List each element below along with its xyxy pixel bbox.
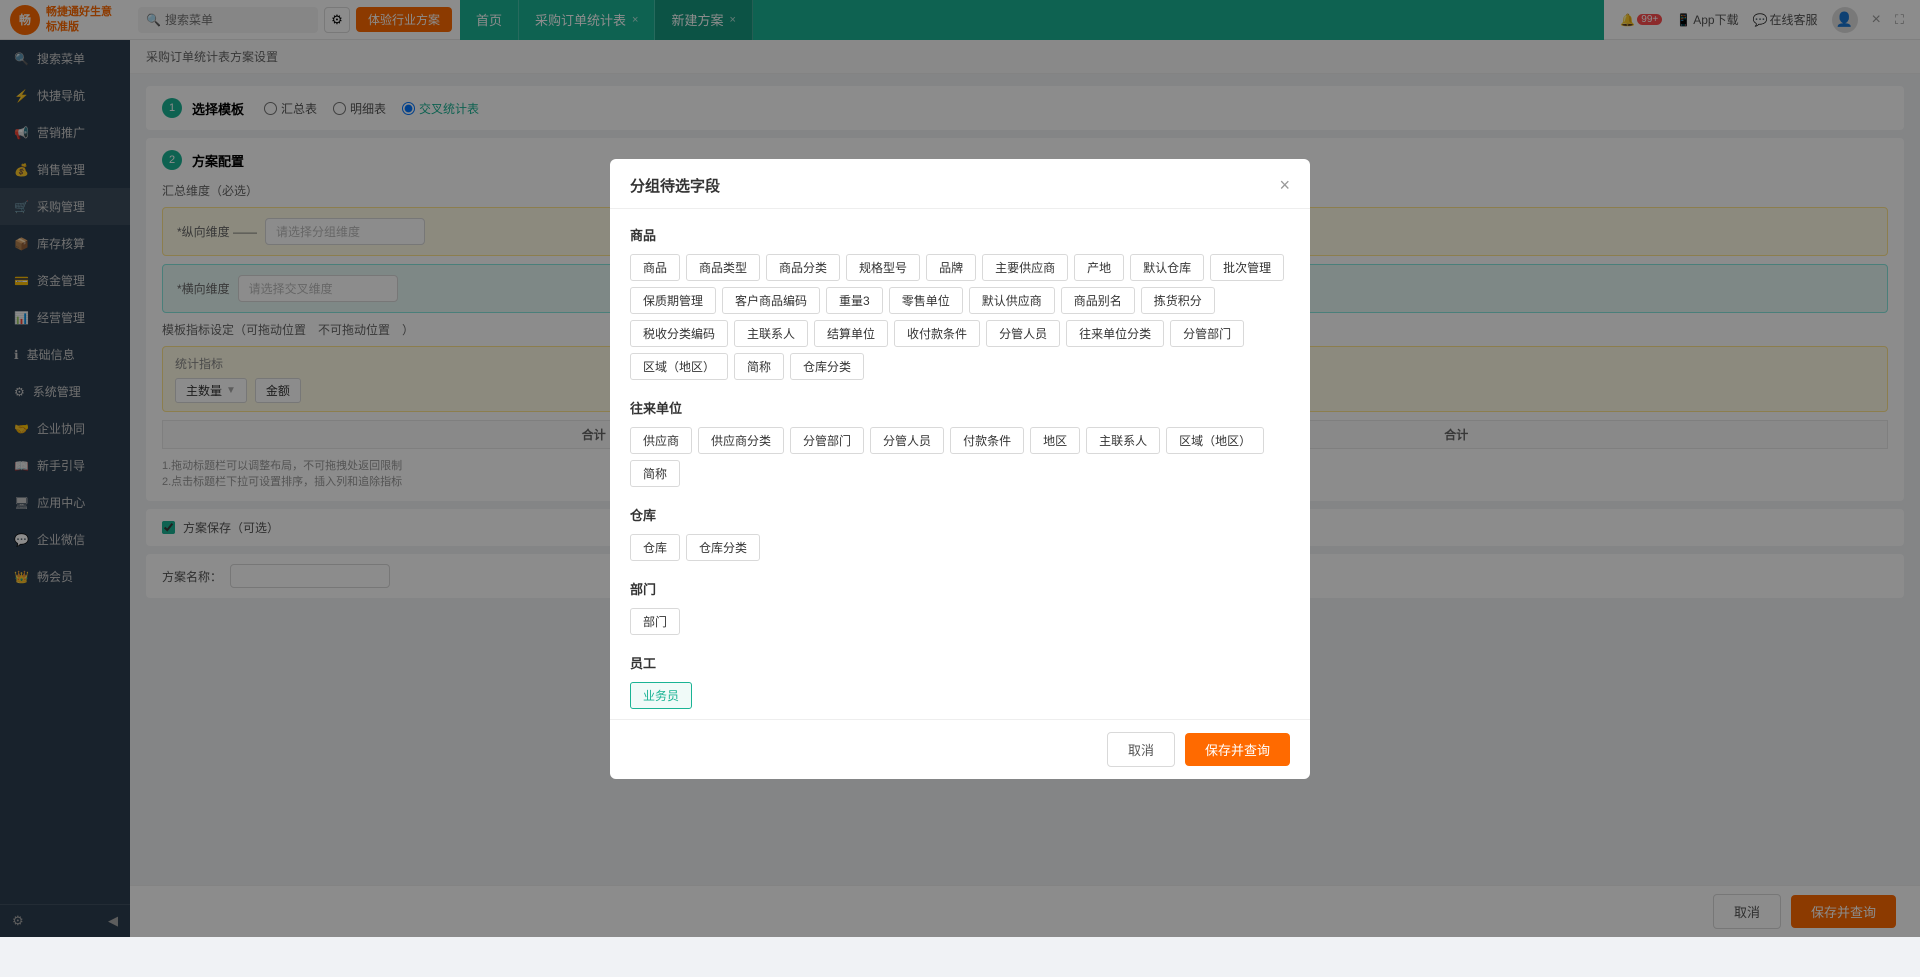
field-tag[interactable]: 商品分类 (766, 254, 840, 281)
section-partners-title: 往来单位 (630, 398, 1290, 417)
field-tag[interactable]: 主联系人 (734, 320, 808, 347)
field-tag[interactable]: 供应商分类 (698, 427, 784, 454)
section-warehouse-title: 仓库 (630, 505, 1290, 524)
field-tag[interactable]: 税收分类编码 (630, 320, 728, 347)
field-tag[interactable]: 默认供应商 (969, 287, 1055, 314)
field-tag[interactable]: 供应商 (630, 427, 692, 454)
field-tag[interactable]: 商品 (630, 254, 680, 281)
field-tag[interactable]: 保质期管理 (630, 287, 716, 314)
dialog-cancel-btn[interactable]: 取消 (1107, 732, 1175, 767)
field-tag[interactable]: 重量3 (826, 287, 883, 314)
dialog-body: 商品 商品 商品类型 商品分类 规格型号 品牌 主要供应商 产地 默认仓库 批次… (610, 209, 1310, 719)
field-tag[interactable]: 仓库分类 (790, 353, 864, 380)
section-partners: 往来单位 供应商 供应商分类 分管部门 分管人员 付款条件 地区 主联系人 区域… (630, 398, 1290, 487)
dialog-close-btn[interactable]: × (1279, 176, 1290, 194)
field-tag[interactable]: 分管部门 (1170, 320, 1244, 347)
section-employee: 员工 业务员 (630, 653, 1290, 709)
section-products-title: 商品 (630, 225, 1290, 244)
field-tag-salesperson[interactable]: 业务员 (630, 682, 692, 709)
field-tag[interactable]: 拣货积分 (1141, 287, 1215, 314)
field-tag[interactable]: 默认仓库 (1130, 254, 1204, 281)
field-tag[interactable]: 简称 (630, 460, 680, 487)
field-tag[interactable]: 主要供应商 (982, 254, 1068, 281)
field-tag[interactable]: 客户商品编码 (722, 287, 820, 314)
dialog-footer: 取消 保存并查询 (610, 719, 1310, 779)
section-warehouse: 仓库 仓库 仓库分类 (630, 505, 1290, 561)
field-tag[interactable]: 品牌 (926, 254, 976, 281)
field-tag[interactable]: 仓库 (630, 534, 680, 561)
field-tag[interactable]: 仓库分类 (686, 534, 760, 561)
field-tag[interactable]: 区域（地区） (630, 353, 728, 380)
field-tag[interactable]: 简称 (734, 353, 784, 380)
partners-fields: 供应商 供应商分类 分管部门 分管人员 付款条件 地区 主联系人 区域（地区） … (630, 427, 1290, 487)
field-tag[interactable]: 分管人员 (870, 427, 944, 454)
field-tag[interactable]: 零售单位 (889, 287, 963, 314)
field-tag[interactable]: 部门 (630, 608, 680, 635)
field-tag[interactable]: 结算单位 (814, 320, 888, 347)
field-tag[interactable]: 付款条件 (950, 427, 1024, 454)
section-employee-title: 员工 (630, 653, 1290, 672)
field-tag[interactable]: 分管部门 (790, 427, 864, 454)
field-tag[interactable]: 产地 (1074, 254, 1124, 281)
field-tag[interactable]: 规格型号 (846, 254, 920, 281)
field-tag[interactable]: 批次管理 (1210, 254, 1284, 281)
field-tag[interactable]: 往来单位分类 (1066, 320, 1164, 347)
field-tag[interactable]: 主联系人 (1086, 427, 1160, 454)
field-tag[interactable]: 商品类型 (686, 254, 760, 281)
products-fields: 商品 商品类型 商品分类 规格型号 品牌 主要供应商 产地 默认仓库 批次管理 … (630, 254, 1290, 380)
dialog: 分组待选字段 × 商品 商品 商品类型 商品分类 规格型号 品牌 主要供应商 产… (610, 159, 1310, 779)
section-products: 商品 商品 商品类型 商品分类 规格型号 品牌 主要供应商 产地 默认仓库 批次… (630, 225, 1290, 380)
dialog-confirm-btn[interactable]: 保存并查询 (1185, 733, 1290, 766)
field-tag[interactable]: 分管人员 (986, 320, 1060, 347)
field-tag[interactable]: 区域（地区） (1166, 427, 1264, 454)
field-tag[interactable]: 地区 (1030, 427, 1080, 454)
employee-fields: 业务员 (630, 682, 1290, 709)
dialog-title: 分组待选字段 (630, 175, 720, 196)
field-tag[interactable]: 收付款条件 (894, 320, 980, 347)
field-tag[interactable]: 商品别名 (1061, 287, 1135, 314)
dialog-overlay: 分组待选字段 × 商品 商品 商品类型 商品分类 规格型号 品牌 主要供应商 产… (0, 0, 1920, 937)
dialog-header: 分组待选字段 × (610, 159, 1310, 209)
department-fields: 部门 (630, 608, 1290, 635)
section-department: 部门 部门 (630, 579, 1290, 635)
warehouse-fields: 仓库 仓库分类 (630, 534, 1290, 561)
section-department-title: 部门 (630, 579, 1290, 598)
